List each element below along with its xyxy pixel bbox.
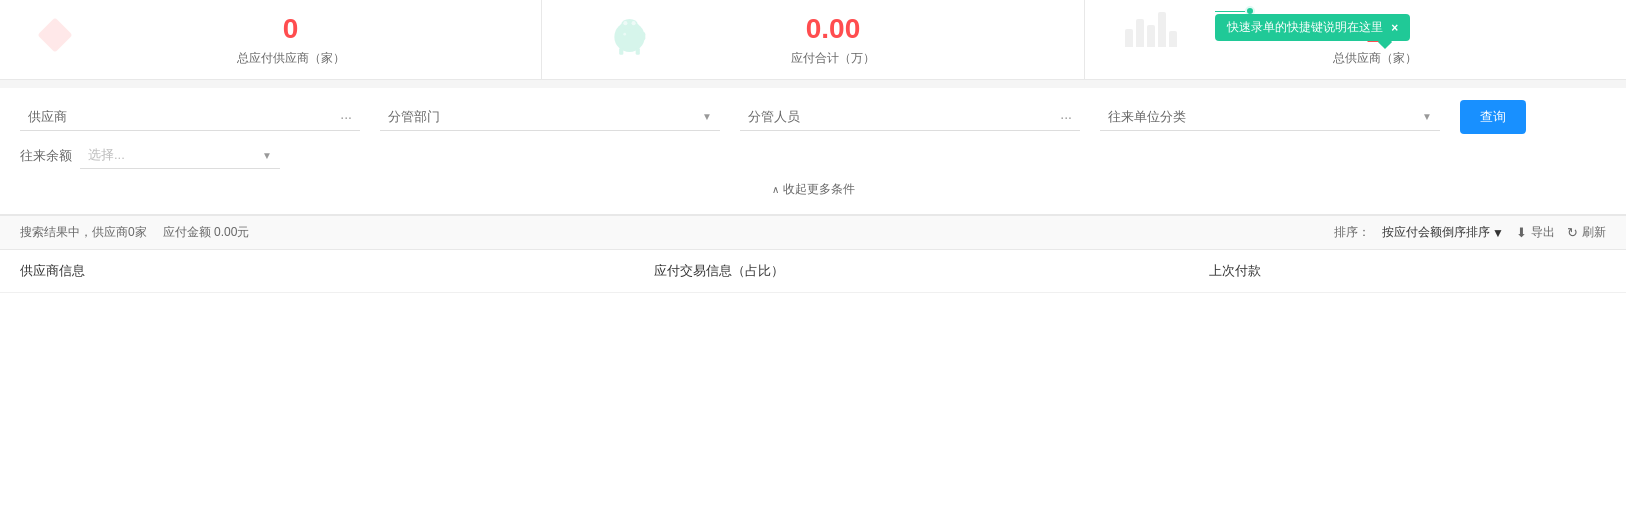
export-icon: ⬇ xyxy=(1516,225,1527,240)
unit-class-arrow[interactable]: ▼ xyxy=(1422,111,1432,122)
department-label: 分管部门 xyxy=(388,108,440,126)
export-label: 导出 xyxy=(1531,224,1555,241)
svg-point-3 xyxy=(622,19,639,30)
col-supplier-header: 供应商信息 xyxy=(20,262,654,280)
filter-bar: 供应商 ··· 分管部门 ▼ 分管人员 ··· 往来单位分类 ▼ 查询 xyxy=(0,88,1626,215)
tooltip-line xyxy=(1215,11,1245,12)
piggy-icon xyxy=(602,8,657,63)
stat-payable-total: 0.00 应付合计（万） xyxy=(542,0,1084,79)
supplier-label: 供应商 xyxy=(28,108,67,126)
sort-value-text: 按应付会额倒序排序 xyxy=(1382,224,1490,241)
tooltip-area: 快速录单的快捷键说明在这里 × xyxy=(1215,6,1255,16)
results-amount: 应付金额 0.00元 xyxy=(163,224,250,241)
results-bar: 搜索结果中，供应商0家 应付金额 0.00元 排序： 按应付会额倒序排序 ▼ ⬇… xyxy=(0,215,1626,250)
unit-class-label: 往来单位分类 xyxy=(1108,108,1186,126)
filter-manager: 分管人员 ··· xyxy=(740,104,1080,131)
svg-point-4 xyxy=(624,21,628,25)
tooltip-close[interactable]: × xyxy=(1391,21,1398,35)
collapse-chevron-icon: ∧ xyxy=(772,184,779,195)
tooltip-text: 快速录单的快捷键说明在这里 xyxy=(1227,19,1383,36)
results-summary: 搜索结果中，供应商0家 xyxy=(20,224,147,241)
diamond-icon xyxy=(30,10,80,60)
table-header: 供应商信息 应付交易信息（占比） 上次付款 xyxy=(0,250,1626,293)
results-left: 搜索结果中，供应商0家 应付金额 0.00元 xyxy=(20,224,249,241)
collapse-button[interactable]: ∧ 收起更多条件 xyxy=(753,177,873,202)
filter-row-1: 供应商 ··· 分管部门 ▼ 分管人员 ··· 往来单位分类 ▼ 查询 xyxy=(20,100,1606,134)
balance-placeholder: 选择... xyxy=(88,146,262,164)
query-button[interactable]: 查询 xyxy=(1460,100,1526,134)
payable-total-number: 0.00 xyxy=(806,12,861,46)
payable-suppliers-label: 总应付供应商（家） xyxy=(237,50,345,67)
collapse-label: 收起更多条件 xyxy=(783,181,855,198)
stat-payable-suppliers: 0 总应付供应商（家） xyxy=(0,0,542,79)
total-suppliers-label: 总供应商（家） xyxy=(1333,50,1417,67)
refresh-button[interactable]: ↻ 刷新 xyxy=(1567,224,1606,241)
filter-department: 分管部门 ▼ xyxy=(380,104,720,131)
department-input[interactable] xyxy=(448,109,702,124)
table-body xyxy=(0,293,1626,515)
filter-supplier: 供应商 ··· xyxy=(20,104,360,131)
collapse-row: ∧ 收起更多条件 xyxy=(20,173,1606,206)
filter-row-2: 往来余额 选择... ▼ xyxy=(20,142,1606,169)
svg-rect-8 xyxy=(636,48,640,55)
svg-rect-7 xyxy=(620,48,624,55)
manager-input[interactable] xyxy=(808,109,1060,124)
svg-rect-6 xyxy=(640,32,646,40)
results-right: 排序： 按应付会额倒序排序 ▼ ⬇ 导出 ↻ 刷新 xyxy=(1334,224,1606,241)
stats-bar: 0 总应付供应商（家） 0.00 应付合计（万） xyxy=(0,0,1626,80)
svg-point-9 xyxy=(624,33,627,36)
refresh-label: 刷新 xyxy=(1582,224,1606,241)
sort-label: 排序： xyxy=(1334,224,1370,241)
tooltip-popup: 快速录单的快捷键说明在这里 × xyxy=(1215,14,1410,41)
manager-label: 分管人员 xyxy=(748,108,800,126)
unit-class-input[interactable] xyxy=(1194,109,1422,124)
supplier-dots[interactable]: ··· xyxy=(340,109,352,125)
payable-total-label: 应付合计（万） xyxy=(791,50,875,67)
balance-arrow: ▼ xyxy=(262,150,272,161)
payable-suppliers-number: 0 xyxy=(283,12,299,46)
filter-unit-class: 往来单位分类 ▼ xyxy=(1100,104,1440,131)
supplier-input[interactable] xyxy=(75,109,340,124)
graph-icon xyxy=(1125,12,1177,47)
refresh-icon: ↻ xyxy=(1567,225,1578,240)
export-button[interactable]: ⬇ 导出 xyxy=(1516,224,1555,241)
manager-dots[interactable]: ··· xyxy=(1060,109,1072,125)
department-arrow[interactable]: ▼ xyxy=(702,111,712,122)
col-lastpay-header: 上次付款 xyxy=(1209,262,1606,280)
sort-value[interactable]: 按应付会额倒序排序 ▼ xyxy=(1382,224,1504,241)
sort-arrow-icon: ▼ xyxy=(1492,226,1504,240)
svg-point-5 xyxy=(632,21,636,25)
stat-total-suppliers: 快速录单的快捷键说明在这里 × 0 总供应商（家） xyxy=(1085,0,1626,79)
col-payable-header: 应付交易信息（占比） xyxy=(654,262,1209,280)
balance-label: 往来余额 xyxy=(20,147,72,165)
balance-select[interactable]: 选择... ▼ xyxy=(80,142,280,169)
